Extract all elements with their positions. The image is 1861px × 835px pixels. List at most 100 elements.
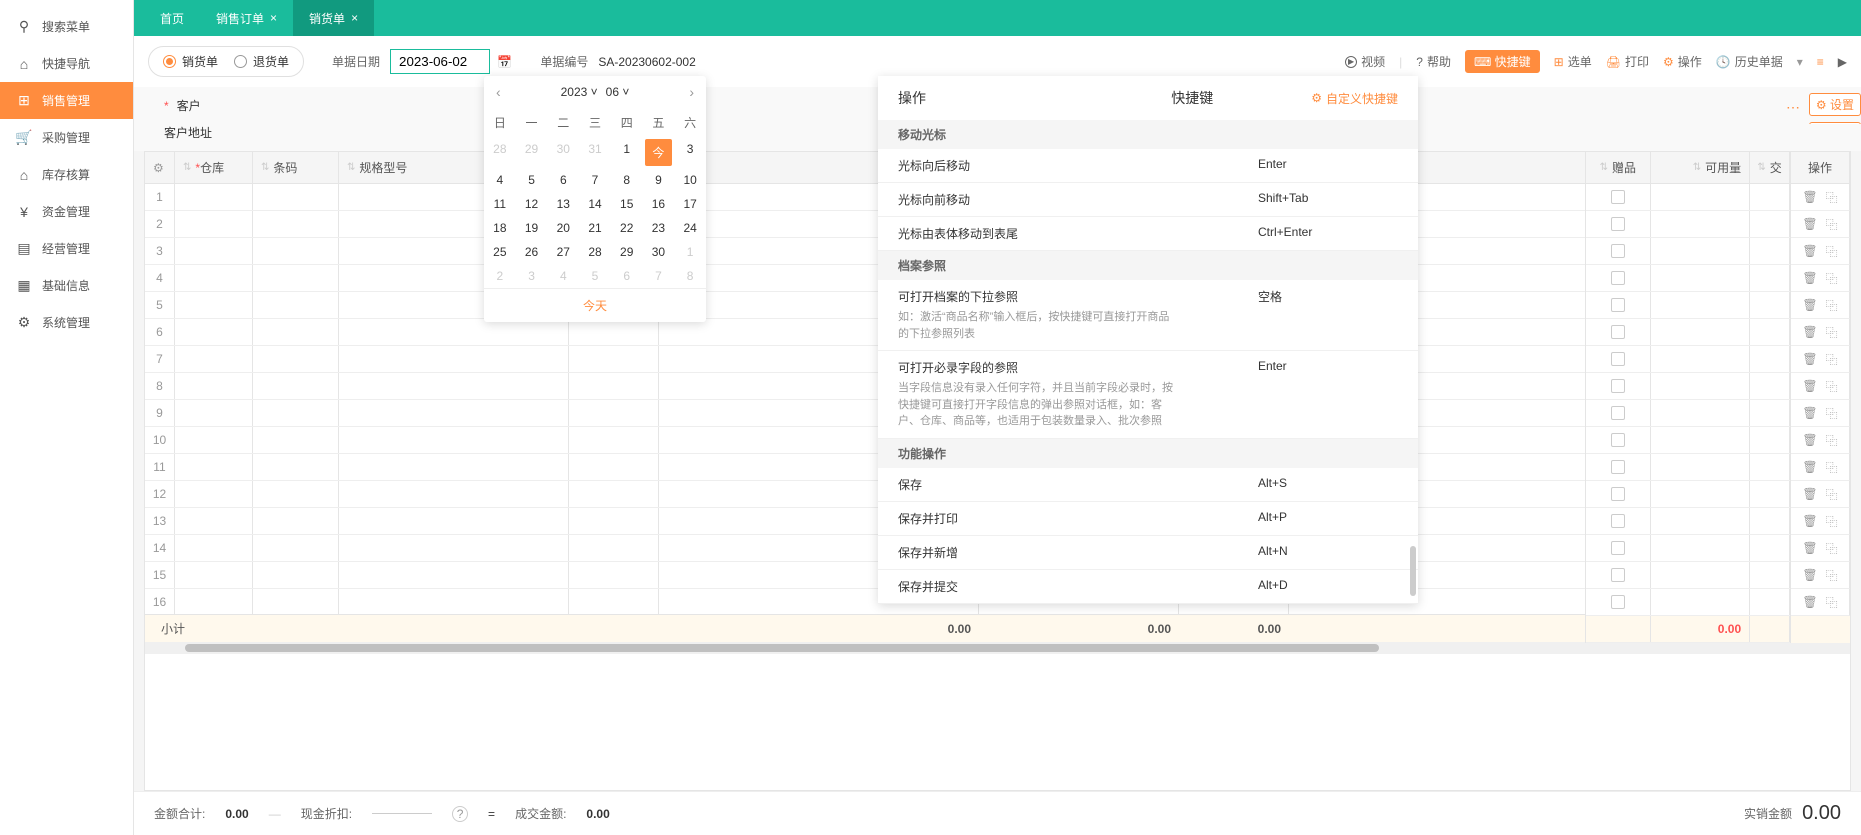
- copy-icon[interactable]: ⿻: [1826, 324, 1838, 341]
- cal-day[interactable]: 11: [484, 192, 516, 216]
- cal-day[interactable]: 7: [579, 168, 611, 192]
- col-wh[interactable]: ⇅* 仓库: [175, 152, 253, 183]
- cell[interactable]: [339, 481, 569, 507]
- deliver-cell[interactable]: [1750, 265, 1790, 291]
- deliver-cell[interactable]: [1750, 481, 1790, 507]
- checkbox[interactable]: [1611, 433, 1625, 447]
- cal-day[interactable]: 16: [643, 192, 675, 216]
- cal-day[interactable]: 8: [611, 168, 643, 192]
- copy-icon[interactable]: ⿻: [1826, 189, 1838, 206]
- cal-day[interactable]: 22: [611, 216, 643, 240]
- cell[interactable]: [175, 535, 253, 561]
- sidebar-item-0[interactable]: ⚲搜索菜单: [0, 8, 133, 45]
- cell[interactable]: [175, 238, 253, 264]
- cal-day[interactable]: 今: [645, 139, 673, 166]
- copy-icon[interactable]: ⿻: [1826, 459, 1838, 476]
- cell[interactable]: [569, 319, 659, 345]
- form-more[interactable]: ⋯: [1786, 99, 1801, 116]
- checkbox[interactable]: [1611, 271, 1625, 285]
- tab-2[interactable]: 销货单×: [293, 0, 374, 36]
- delete-icon[interactable]: 🗑: [1802, 325, 1817, 339]
- operate-link[interactable]: ⚙操作: [1663, 53, 1702, 70]
- scrollbar-thumb[interactable]: [185, 644, 1379, 652]
- delete-icon[interactable]: 🗑: [1802, 298, 1817, 312]
- cell[interactable]: [569, 454, 659, 480]
- checkbox[interactable]: [1611, 406, 1625, 420]
- close-icon[interactable]: ×: [351, 11, 358, 25]
- deliver-cell[interactable]: [1750, 238, 1790, 264]
- cal-day[interactable]: 6: [611, 264, 643, 288]
- cal-day[interactable]: 12: [516, 192, 548, 216]
- select-link[interactable]: ⊞选单: [1554, 53, 1592, 70]
- gift-cell[interactable]: [1586, 292, 1651, 318]
- cal-day[interactable]: 13: [547, 192, 579, 216]
- deliver-cell[interactable]: [1750, 184, 1790, 210]
- checkbox[interactable]: [1611, 595, 1625, 609]
- close-icon[interactable]: ×: [270, 11, 277, 25]
- sidebar-item-1[interactable]: ⌂快捷导航: [0, 45, 133, 82]
- sidebar-item-2[interactable]: ⊞销售管理: [0, 82, 133, 119]
- cell[interactable]: [253, 184, 339, 210]
- cell[interactable]: [175, 319, 253, 345]
- cal-today-button[interactable]: 今天: [484, 288, 706, 322]
- cal-day[interactable]: 17: [674, 192, 706, 216]
- horizontal-scrollbar[interactable]: [145, 642, 1850, 654]
- arrow-icon[interactable]: ▶: [1838, 55, 1847, 69]
- checkbox[interactable]: [1611, 217, 1625, 231]
- cell[interactable]: [175, 346, 253, 372]
- cell[interactable]: [175, 508, 253, 534]
- cell[interactable]: [253, 589, 339, 614]
- cal-day[interactable]: 27: [547, 240, 579, 264]
- delete-icon[interactable]: 🗑: [1802, 460, 1817, 474]
- cell[interactable]: [175, 265, 253, 291]
- cell[interactable]: [339, 319, 569, 345]
- delete-icon[interactable]: 🗑: [1802, 190, 1817, 204]
- cell[interactable]: [253, 481, 339, 507]
- delete-icon[interactable]: 🗑: [1802, 568, 1817, 582]
- cell[interactable]: [339, 454, 569, 480]
- deliver-cell[interactable]: [1750, 292, 1790, 318]
- cell[interactable]: [175, 292, 253, 318]
- checkbox[interactable]: [1611, 460, 1625, 474]
- gift-cell[interactable]: [1586, 238, 1651, 264]
- copy-icon[interactable]: ⿻: [1826, 243, 1838, 260]
- history-link[interactable]: 🕓历史单据: [1716, 53, 1783, 70]
- delete-icon[interactable]: 🗑: [1802, 352, 1817, 366]
- copy-icon[interactable]: ⿻: [1826, 378, 1838, 395]
- cal-next[interactable]: ›: [689, 84, 694, 100]
- cell[interactable]: [175, 481, 253, 507]
- cal-day[interactable]: 20: [547, 216, 579, 240]
- cell[interactable]: [175, 427, 253, 453]
- cell[interactable]: [569, 481, 659, 507]
- gift-cell[interactable]: [1586, 319, 1651, 345]
- date-input[interactable]: [390, 49, 490, 74]
- delete-icon[interactable]: 🗑: [1802, 244, 1817, 258]
- cell[interactable]: [175, 373, 253, 399]
- cal-day[interactable]: 6: [547, 168, 579, 192]
- cell[interactable]: [253, 400, 339, 426]
- gift-cell[interactable]: [1586, 427, 1651, 453]
- deliver-cell[interactable]: [1750, 211, 1790, 237]
- tab-0[interactable]: 首页: [144, 0, 200, 36]
- delete-icon[interactable]: 🗑: [1802, 271, 1817, 285]
- cal-day[interactable]: 21: [579, 216, 611, 240]
- copy-icon[interactable]: ⿻: [1826, 297, 1838, 314]
- deliver-cell[interactable]: [1750, 589, 1790, 615]
- cal-day[interactable]: 8: [674, 264, 706, 288]
- cal-day[interactable]: 2: [484, 264, 516, 288]
- cal-day[interactable]: 28: [579, 240, 611, 264]
- tab-1[interactable]: 销售订单×: [200, 0, 293, 36]
- cal-month[interactable]: 06 ˅: [606, 85, 630, 99]
- deliver-cell[interactable]: [1750, 346, 1790, 372]
- cell[interactable]: [339, 427, 569, 453]
- cal-day[interactable]: 14: [579, 192, 611, 216]
- checkbox[interactable]: [1611, 244, 1625, 258]
- deliver-cell[interactable]: [1750, 508, 1790, 534]
- shortcut-button[interactable]: ⌨ 快捷键: [1465, 50, 1540, 73]
- cell[interactable]: [253, 319, 339, 345]
- cell[interactable]: [339, 400, 569, 426]
- cal-day[interactable]: 19: [516, 216, 548, 240]
- cell[interactable]: [569, 373, 659, 399]
- cell[interactable]: [253, 211, 339, 237]
- radio-sales[interactable]: 销货单: [163, 53, 218, 70]
